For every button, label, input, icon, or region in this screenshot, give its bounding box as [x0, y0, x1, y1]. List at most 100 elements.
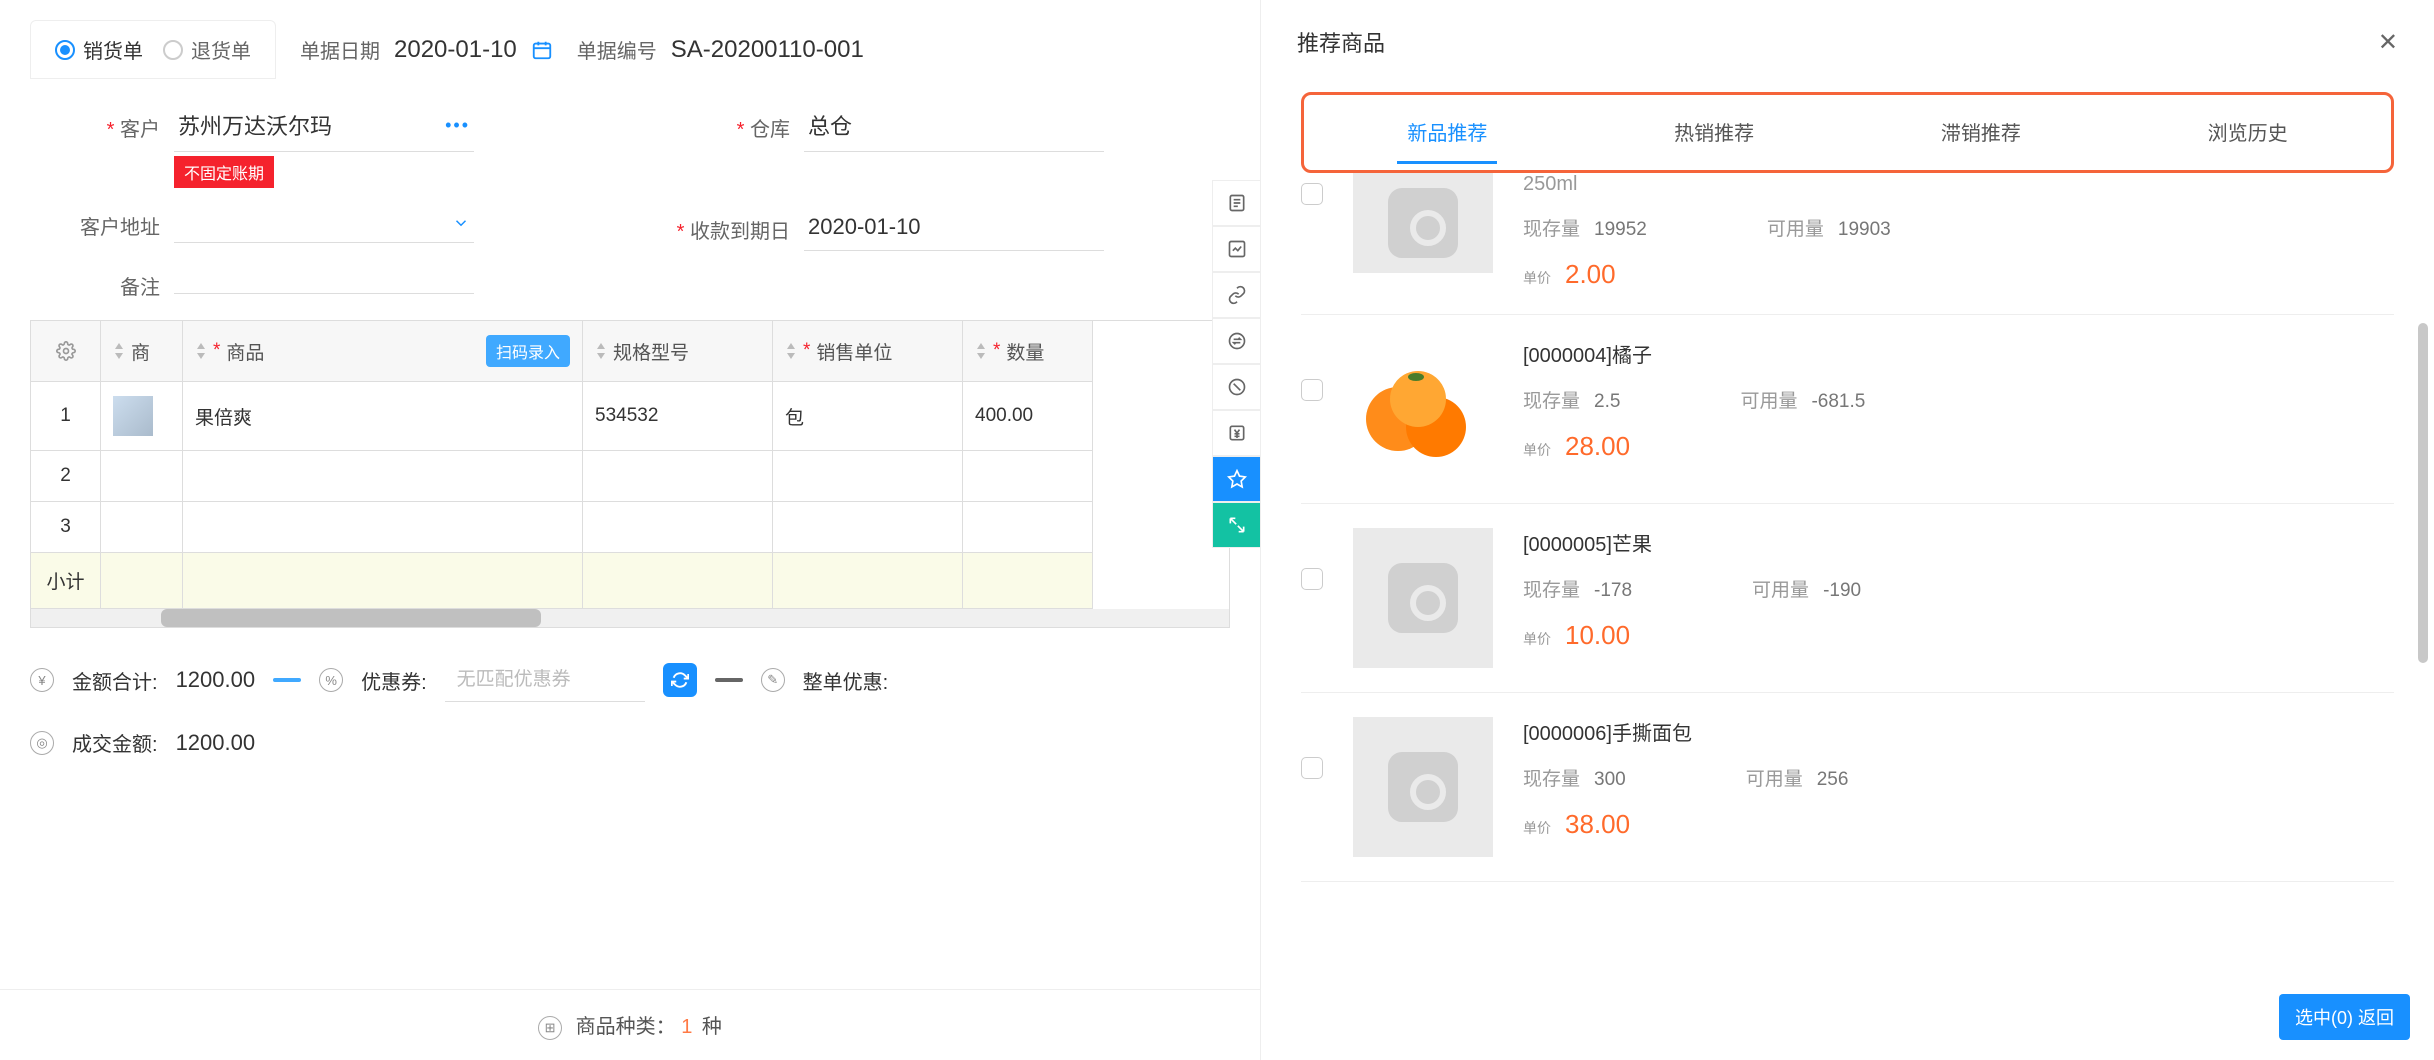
- kind-count: 1: [681, 1016, 692, 1038]
- col-settings[interactable]: [31, 321, 101, 382]
- deal-label: 成交金额:: [72, 728, 158, 757]
- order-type-tabs: 销货单 退货单: [30, 20, 276, 79]
- ellipsis-icon[interactable]: •••: [445, 115, 470, 136]
- tab-history[interactable]: 浏览历史: [2188, 95, 2308, 164]
- discount-icon: ✎: [761, 668, 785, 692]
- bottom-summary-bar: ⊞ 商品种类： 1 种: [0, 989, 1260, 1060]
- calendar-icon[interactable]: [531, 39, 553, 61]
- doc-no-field: 单据编号 SA-20200110-001: [577, 35, 864, 64]
- tool-reject[interactable]: [1212, 364, 1260, 410]
- sort-icon: [195, 343, 207, 359]
- doc-date-field: 单据日期 2020-01-10: [300, 35, 553, 64]
- due-date-value: 2020-01-10: [808, 214, 921, 240]
- scan-input-button[interactable]: 扫码录入: [486, 335, 570, 367]
- tool-expand[interactable]: [1212, 502, 1260, 548]
- close-icon[interactable]: ✕: [2378, 28, 2398, 57]
- radio-dot-icon: [163, 40, 183, 60]
- price-value: 2.00: [1565, 259, 1616, 289]
- refresh-coupon-button[interactable]: [663, 663, 697, 697]
- product-name: [0000004]橘子: [1523, 339, 2394, 368]
- row-unit[interactable]: 包: [773, 382, 963, 451]
- col-unit[interactable]: *销售单位: [773, 321, 963, 382]
- tool-link[interactable]: [1212, 272, 1260, 318]
- tool-currency[interactable]: [1212, 410, 1260, 456]
- kind-label: 商品种类：: [576, 1016, 676, 1038]
- product-checkbox[interactable]: [1301, 183, 1323, 205]
- side-toolbar: [1212, 180, 1260, 548]
- row-spec[interactable]: 534532: [583, 382, 773, 451]
- tool-favorite[interactable]: [1212, 456, 1260, 502]
- due-date-input[interactable]: 2020-01-10: [804, 208, 1104, 251]
- col-image[interactable]: 商: [101, 321, 183, 382]
- customer-label: 客户: [30, 113, 160, 142]
- address-input[interactable]: [174, 208, 474, 243]
- due-date-label: 收款到期日: [660, 215, 790, 244]
- product-image: [1353, 339, 1493, 479]
- return-order-label: 退货单: [191, 35, 251, 64]
- product-name: 250ml: [1523, 173, 2394, 196]
- return-order-radio[interactable]: 退货单: [163, 35, 251, 64]
- product-item: [0000006]手撕面包 现存量300 可用量256 单价38.00: [1301, 693, 2394, 882]
- product-checkbox[interactable]: [1301, 757, 1323, 779]
- stock-value: 300: [1594, 769, 1626, 790]
- selected-return-button[interactable]: 选中(0) 返回: [2279, 994, 2410, 1040]
- table-row[interactable]: 2: [31, 451, 1229, 502]
- yen-icon: ¥: [30, 668, 54, 692]
- tool-chart[interactable]: [1212, 226, 1260, 272]
- coupon-input[interactable]: 无匹配优惠券: [445, 658, 645, 702]
- stock-value: -178: [1594, 580, 1632, 601]
- product-checkbox[interactable]: [1301, 568, 1323, 590]
- sales-order-radio[interactable]: 销货单: [55, 35, 143, 64]
- product-image: [1353, 173, 1493, 273]
- account-period-badge: 不固定账期: [174, 156, 274, 188]
- tab-slow[interactable]: 滞销推荐: [1921, 95, 2041, 164]
- expand-icon: [1227, 515, 1247, 535]
- gear-icon: [56, 341, 76, 361]
- avail-value: 256: [1817, 769, 1849, 790]
- stock-value: 2.5: [1594, 391, 1620, 412]
- coupon-icon: %: [319, 668, 343, 692]
- chevron-down-icon[interactable]: [452, 214, 470, 232]
- subtotal-row: 小计: [31, 553, 1229, 609]
- tool-exchange[interactable]: [1212, 318, 1260, 364]
- deal-value: 1200.00: [176, 730, 256, 756]
- product-item: [0000004]橘子 现存量2.5 可用量-681.5 单价28.00: [1301, 315, 2394, 504]
- row-index: 1: [31, 382, 101, 451]
- refresh-icon: [671, 671, 689, 689]
- col-spec[interactable]: 规格型号: [583, 321, 773, 382]
- col-qty[interactable]: *数量: [963, 321, 1093, 382]
- total-label: 金额合计:: [72, 666, 158, 695]
- warehouse-value: 总仓: [808, 109, 852, 141]
- tool-note[interactable]: [1212, 180, 1260, 226]
- tab-hot[interactable]: 热销推荐: [1654, 95, 1774, 164]
- items-table: 商 *商品 扫码录入 规格型号 *销售单位 *数量: [30, 320, 1230, 628]
- table-row[interactable]: 3: [31, 502, 1229, 553]
- avail-value: 19903: [1838, 219, 1891, 240]
- remark-input[interactable]: [174, 277, 474, 294]
- product-item: [0000005]芒果 现存量-178 可用量-190 单价10.00: [1301, 504, 2394, 693]
- tab-new[interactable]: 新品推荐: [1387, 95, 1507, 164]
- warehouse-input[interactable]: 总仓: [804, 103, 1104, 152]
- product-list[interactable]: 250ml 现存量19952 可用量19903 单价2.00 [0000004]…: [1261, 173, 2434, 933]
- sort-icon: [595, 343, 607, 359]
- col-name[interactable]: *商品 扫码录入: [183, 321, 583, 382]
- dash-icon: [273, 678, 301, 682]
- row-thumb: [101, 382, 183, 451]
- doc-date-value[interactable]: 2020-01-10: [394, 36, 517, 64]
- product-checkbox[interactable]: [1301, 379, 1323, 401]
- customer-input[interactable]: 苏州万达沃尔玛 •••: [174, 103, 474, 152]
- horizontal-scrollbar[interactable]: [31, 609, 1229, 627]
- table-row[interactable]: 1 果倍爽 534532 包 400.00: [31, 382, 1229, 451]
- recommend-tabs-highlight: 新品推荐 热销推荐 滞销推荐 浏览历史: [1301, 92, 2394, 173]
- price-value: 10.00: [1565, 620, 1630, 650]
- warehouse-label: 仓库: [660, 113, 790, 142]
- sort-icon: [975, 343, 987, 359]
- address-label: 客户地址: [30, 211, 160, 240]
- recommend-title: 推荐商品: [1297, 26, 1385, 58]
- row-name[interactable]: 果倍爽: [183, 382, 583, 451]
- product-name: [0000005]芒果: [1523, 528, 2394, 557]
- vertical-scrollbar[interactable]: [2418, 323, 2428, 663]
- row-qty[interactable]: 400.00: [963, 382, 1093, 451]
- doc-no-value: SA-20200110-001: [671, 36, 864, 64]
- sort-icon: [113, 343, 125, 359]
